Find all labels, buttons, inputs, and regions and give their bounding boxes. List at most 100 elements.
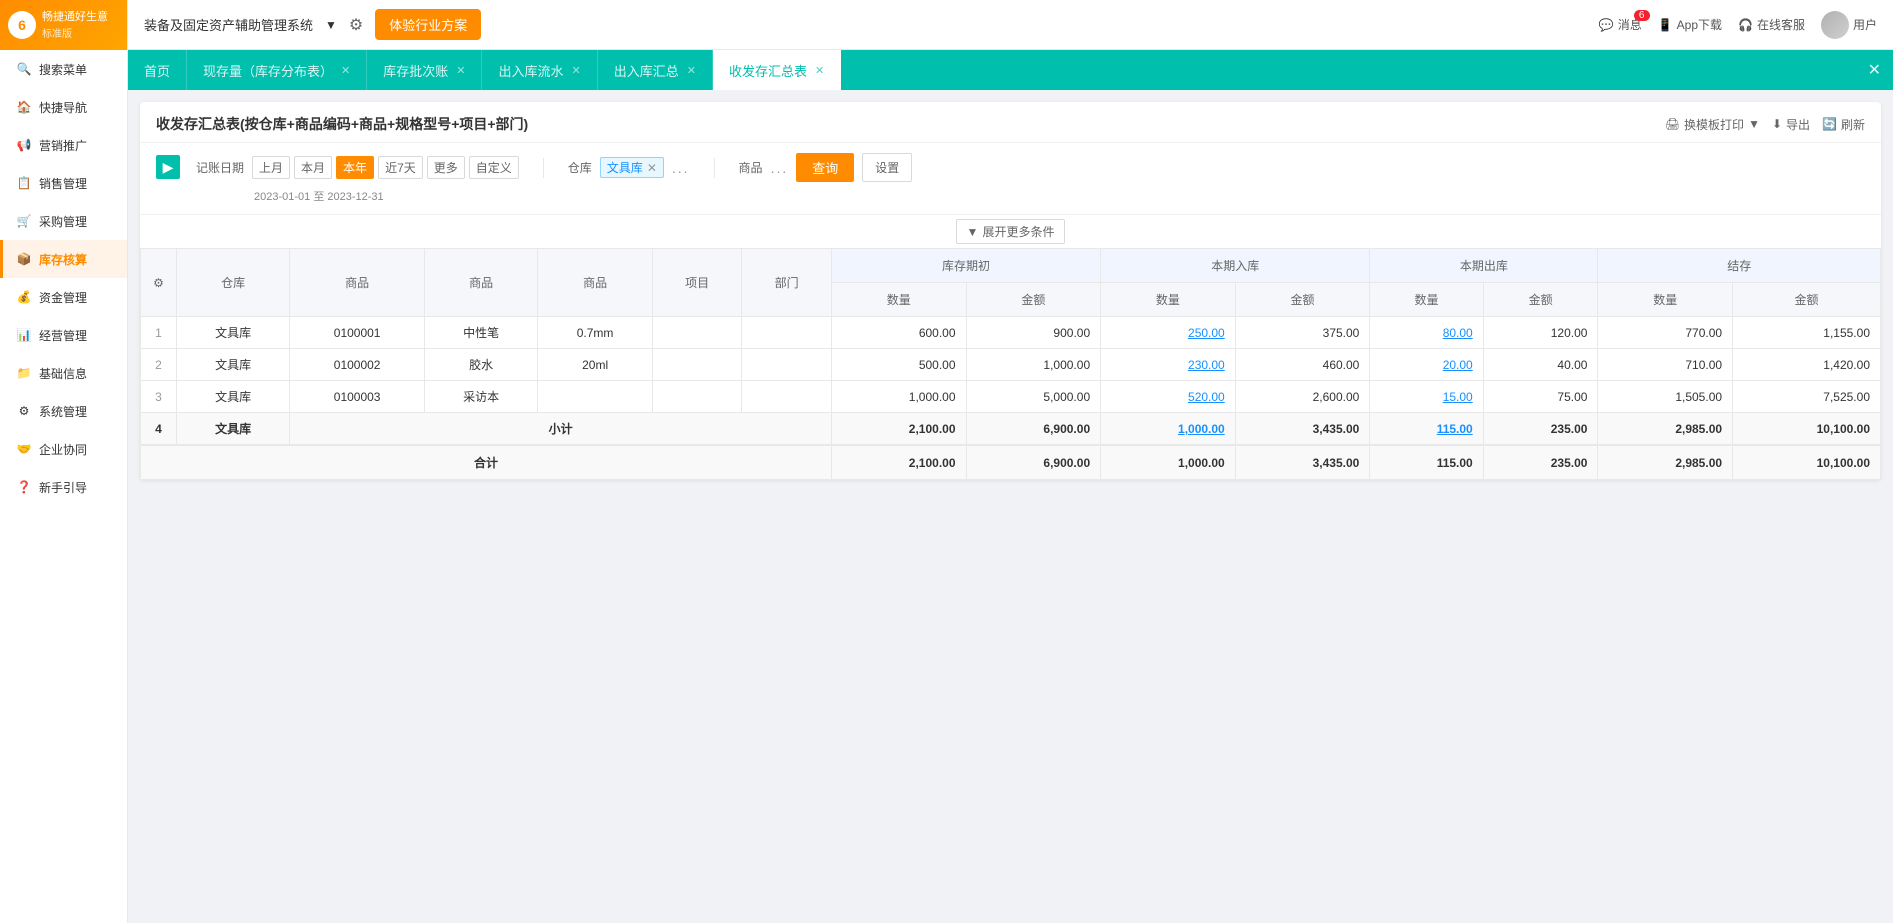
sidebar-item-marketing[interactable]: 📢 营销推广 (0, 126, 127, 164)
expand-more-btn[interactable]: ▼ 展开更多条件 (956, 219, 1066, 244)
tab-in-out-flow[interactable]: 出入库流水 ✕ (482, 50, 597, 90)
filter-collapse-btn[interactable]: ▶ (156, 155, 180, 179)
page-container: 收发存汇总表(按仓库+商品编码+商品+规格型号+项目+部门) 🖨 换模板打印 ▼… (128, 90, 1893, 923)
handshake-icon: 🤝 (15, 440, 33, 458)
date-last-month-btn[interactable]: 上月 (252, 156, 290, 179)
table-header-group: ⚙ 仓库 商品 商品 商品 项目 部门 库存期初 本期入库 本期出库 结存 (141, 249, 1881, 283)
user-profile-btn[interactable]: 用户 (1821, 11, 1877, 39)
row-3-dept (742, 381, 831, 413)
sidebar-item-base-info[interactable]: 📁 基础信息 (0, 354, 127, 392)
export-label: 导出 (1786, 116, 1810, 133)
megaphone-icon: 📢 (15, 136, 33, 154)
subtotal-out-amt: 235.00 (1483, 413, 1598, 446)
th-in-qty: 数量 (1101, 283, 1236, 317)
experience-btn[interactable]: 体验行业方案 (375, 9, 481, 40)
main-content: 装备及固定资产辅助管理系统 ▼ ⚙ 体验行业方案 💬 消息 6 📱 App下载 … (128, 0, 1893, 923)
row-2-in-qty[interactable]: 230.00 (1101, 349, 1236, 381)
tab-receive-send-summary[interactable]: 收发存汇总表 ✕ (713, 50, 841, 90)
setting-btn[interactable]: 设置 (862, 153, 912, 182)
row-1-open-amt: 900.00 (966, 317, 1101, 349)
row-2-out-amt: 40.00 (1483, 349, 1598, 381)
total-open-amt: 6,900.00 (966, 445, 1101, 480)
th-product-spec: 商品 (538, 249, 653, 317)
tab-flow-close-icon[interactable]: ✕ (572, 64, 581, 77)
row-3-open-qty: 1,000.00 (831, 381, 966, 413)
sidebar-item-operations[interactable]: 📊 经营管理 (0, 316, 127, 354)
tab-summary-close-icon[interactable]: ✕ (687, 64, 696, 77)
sidebar-item-inventory[interactable]: 📦 库存核算 (0, 240, 127, 278)
export-btn[interactable]: ⬇ 导出 (1772, 116, 1810, 133)
tab-batch-close-icon[interactable]: ✕ (456, 64, 465, 77)
avatar-image (1821, 11, 1849, 39)
row-num-1: 1 (141, 317, 177, 349)
th-product-name: 商品 (424, 249, 537, 317)
date-this-month-btn[interactable]: 本月 (294, 156, 332, 179)
th-balance-group: 结存 (1598, 249, 1881, 283)
product-filter-more-btn[interactable]: ... (771, 160, 789, 176)
page-actions: 🖨 换模板打印 ▼ ⬇ 导出 🔄 刷新 (1665, 116, 1865, 133)
sidebar-item-quick-nav[interactable]: 🏠 快捷导航 (0, 88, 127, 126)
row-1-out-qty[interactable]: 80.00 (1370, 317, 1483, 349)
app-download-btn[interactable]: 📱 App下载 (1658, 16, 1722, 33)
box-icon: 📦 (15, 250, 33, 268)
row-3-warehouse: 文具库 (177, 381, 290, 413)
row-1-in-qty[interactable]: 250.00 (1101, 317, 1236, 349)
chart-icon: 📊 (15, 326, 33, 344)
sidebar-item-enterprise[interactable]: 🤝 企业协同 (0, 430, 127, 468)
row-3-in-qty[interactable]: 520.00 (1101, 381, 1236, 413)
message-badge: 6 (1634, 10, 1650, 21)
sidebar-item-system[interactable]: ⚙ 系统管理 (0, 392, 127, 430)
tab-stock-distribution[interactable]: 现存量（库存分布表） ✕ (187, 50, 367, 90)
sidebar-item-purchase[interactable]: 🛒 采购管理 (0, 202, 127, 240)
row-2-spec: 20ml (538, 349, 653, 381)
search-icon: 🔍 (15, 60, 33, 78)
row-2-dept (742, 349, 831, 381)
sidebar-item-search[interactable]: 🔍 搜索菜单 (0, 50, 127, 88)
subtotal-in-qty[interactable]: 1,000.00 (1101, 413, 1236, 446)
message-icon: 💬 (1599, 18, 1614, 32)
date-custom-btn[interactable]: 自定义 (469, 156, 519, 179)
data-table: ⚙ 仓库 商品 商品 商品 项目 部门 库存期初 本期入库 本期出库 结存 (140, 248, 1881, 480)
refresh-btn[interactable]: 🔄 刷新 (1822, 116, 1865, 133)
row-2-bal-qty: 710.00 (1598, 349, 1733, 381)
dropdown-arrow-icon: ▼ (325, 18, 337, 32)
system-dropdown[interactable]: ▼ (325, 18, 337, 32)
row-3-out-amt: 75.00 (1483, 381, 1598, 413)
row-2-in-amt: 460.00 (1235, 349, 1370, 381)
sidebar-item-guide[interactable]: ❓ 新手引导 (0, 468, 127, 506)
print-template-btn[interactable]: 🖨 换模板打印 ▼ (1665, 116, 1760, 133)
date-this-year-btn[interactable]: 本年 (336, 156, 374, 179)
row-3-out-qty[interactable]: 15.00 (1370, 381, 1483, 413)
row-1-code: 0100001 (290, 317, 425, 349)
tab-batch-label: 库存批次账 (383, 61, 448, 80)
tabbar-close-all-btn[interactable]: ✕ (1856, 60, 1893, 80)
sidebar-item-sales[interactable]: 📋 销售管理 (0, 164, 127, 202)
tab-stock-dist-close-icon[interactable]: ✕ (341, 64, 350, 77)
sidebar-nav: 🔍 搜索菜单 🏠 快捷导航 📢 营销推广 📋 销售管理 🛒 采购管理 📦 库存核… (0, 50, 127, 923)
tab-batch-account[interactable]: 库存批次账 ✕ (367, 50, 482, 90)
tab-home[interactable]: 首页 (128, 50, 187, 90)
warehouse-filter-more-btn[interactable]: ... (672, 160, 690, 176)
date-more-btn[interactable]: 更多 (427, 156, 465, 179)
row-3-in-amt: 2,600.00 (1235, 381, 1370, 413)
online-service-btn[interactable]: 🎧 在线客服 (1738, 16, 1805, 33)
table-settings-th[interactable]: ⚙ (141, 249, 177, 317)
cart-icon: 🛒 (15, 212, 33, 230)
sidebar-item-finance[interactable]: 💰 资金管理 (0, 278, 127, 316)
warehouse-tag-close-icon[interactable]: ✕ (647, 161, 657, 175)
tabbar: 首页 现存量（库存分布表） ✕ 库存批次账 ✕ 出入库流水 ✕ 出入库汇总 ✕ … (128, 50, 1893, 90)
product-label: 商品 (739, 159, 763, 176)
row-1-warehouse: 文具库 (177, 317, 290, 349)
message-btn[interactable]: 💬 消息 6 (1599, 16, 1642, 33)
row-1-spec: 0.7mm (538, 317, 653, 349)
query-btn[interactable]: 查询 (796, 153, 854, 182)
print-icon: 🖨 (1665, 117, 1680, 131)
th-project: 项目 (652, 249, 741, 317)
question-icon: ❓ (15, 478, 33, 496)
row-2-out-qty[interactable]: 20.00 (1370, 349, 1483, 381)
tab-rss-close-icon[interactable]: ✕ (815, 64, 824, 77)
settings-gear-icon[interactable]: ⚙ (349, 15, 363, 35)
tab-in-out-summary[interactable]: 出入库汇总 ✕ (598, 50, 713, 90)
date-7days-btn[interactable]: 近7天 (378, 156, 423, 179)
subtotal-out-qty[interactable]: 115.00 (1370, 413, 1483, 446)
